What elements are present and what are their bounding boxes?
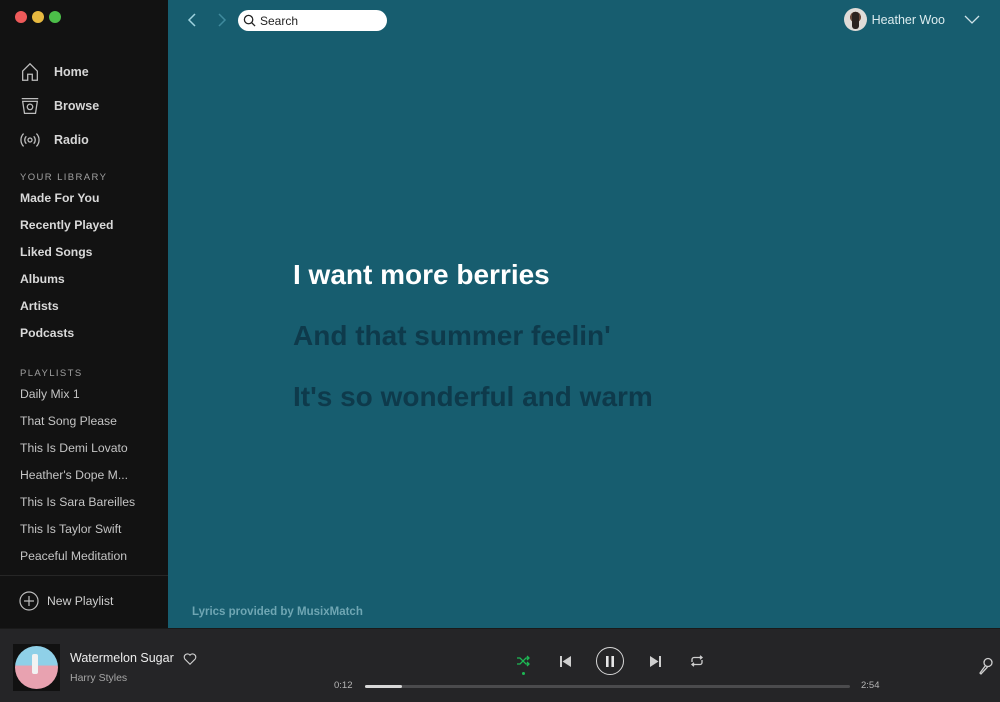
- player-bar: Watermelon Sugar Harry Styles 0:12 2:54: [0, 628, 1000, 702]
- library-item-podcasts[interactable]: Podcasts: [20, 323, 113, 350]
- browse-icon: [21, 98, 39, 114]
- shuffle-icon: [517, 655, 530, 667]
- chevron-right-icon: [218, 13, 227, 27]
- back-button[interactable]: [182, 10, 202, 30]
- next-button[interactable]: [644, 650, 666, 672]
- window-maximize-button[interactable]: [49, 11, 61, 23]
- playlist-list: Daily Mix 1 That Song Please This Is Dem…: [20, 384, 135, 573]
- playlist-item[interactable]: That Song Please: [20, 411, 135, 438]
- playlists-heading: PLAYLISTS: [20, 368, 83, 379]
- window-controls: [15, 11, 61, 23]
- sidebar-divider: [0, 575, 168, 576]
- main-nav: Home Browse Radio: [19, 55, 99, 157]
- library-item-made-for-you[interactable]: Made For You: [20, 188, 113, 215]
- nav-label: Radio: [54, 133, 89, 147]
- current-time: 0:12: [334, 680, 353, 691]
- playlist-item[interactable]: This Is Demi Lovato: [20, 438, 135, 465]
- repeat-icon: [690, 655, 704, 667]
- library-item-liked-songs[interactable]: Liked Songs: [20, 242, 113, 269]
- forward-button[interactable]: [212, 10, 232, 30]
- history-nav: [182, 10, 232, 30]
- heart-icon[interactable]: [183, 652, 197, 666]
- library-item-artists[interactable]: Artists: [20, 296, 113, 323]
- library-list: Made For You Recently Played Liked Songs…: [20, 188, 113, 350]
- repeat-button[interactable]: [686, 650, 708, 672]
- search-box[interactable]: [238, 10, 387, 31]
- nav-item-radio[interactable]: Radio: [19, 123, 99, 157]
- lyrics-lines: I want more berries And that summer feel…: [293, 255, 653, 438]
- progress-fill: [365, 685, 403, 688]
- lyrics-mic-icon[interactable]: [978, 657, 994, 675]
- nav-item-home[interactable]: Home: [19, 55, 99, 89]
- track-title[interactable]: Watermelon Sugar: [70, 651, 174, 665]
- lyric-line[interactable]: And that summer feelin': [293, 316, 653, 377]
- your-library-heading: YOUR LIBRARY: [20, 172, 108, 183]
- playlist-item[interactable]: Heather's Dope M...: [20, 465, 135, 492]
- skip-back-icon: [559, 655, 571, 667]
- sidebar: Home Browse Radio YOUR LIBRARY Made For …: [0, 0, 168, 628]
- library-item-albums[interactable]: Albums: [20, 269, 113, 296]
- new-playlist-label: New Playlist: [47, 594, 114, 608]
- shuffle-button[interactable]: [512, 650, 534, 675]
- playlist-item[interactable]: This Is Sara Bareilles: [20, 492, 135, 519]
- search-input[interactable]: [260, 13, 370, 28]
- nav-label: Home: [54, 65, 89, 79]
- lyric-line[interactable]: It's so wonderful and warm: [293, 377, 653, 438]
- lyrics-view: Heather Woo I want more berries And that…: [168, 0, 1000, 628]
- chevron-down-icon[interactable]: [964, 13, 980, 27]
- nav-label: Browse: [54, 99, 100, 113]
- progress-bar[interactable]: [365, 685, 850, 688]
- search-icon: [243, 14, 256, 27]
- nav-item-browse[interactable]: Browse: [19, 89, 99, 123]
- lyrics-credit: Lyrics provided by MusixMatch: [192, 606, 363, 618]
- shuffle-active-indicator: [522, 672, 525, 675]
- playback-controls: [512, 647, 708, 675]
- avatar: [843, 8, 867, 31]
- pause-icon: [606, 655, 614, 667]
- home-icon: [22, 62, 38, 81]
- skip-forward-icon: [649, 655, 661, 667]
- playlist-item[interactable]: This Is Taylor Swift: [20, 519, 135, 546]
- chevron-left-icon: [187, 13, 196, 27]
- library-item-recently-played[interactable]: Recently Played: [20, 215, 113, 242]
- window-close-button[interactable]: [15, 11, 27, 23]
- lyric-line-active[interactable]: I want more berries: [293, 255, 653, 316]
- previous-button[interactable]: [554, 650, 576, 672]
- track-artist[interactable]: Harry Styles: [70, 672, 127, 684]
- album-cover[interactable]: [13, 644, 60, 691]
- playlist-item[interactable]: Peaceful Meditation: [20, 546, 135, 573]
- new-playlist-button[interactable]: New Playlist: [19, 591, 113, 611]
- playlist-item[interactable]: Daily Mix 1: [20, 384, 135, 411]
- window-minimize-button[interactable]: [32, 11, 44, 23]
- total-time: 2:54: [861, 680, 880, 691]
- radio-icon: [20, 133, 40, 147]
- user-name: Heather Woo: [871, 12, 945, 27]
- plus-circle-icon: [19, 591, 39, 611]
- user-profile[interactable]: Heather Woo: [843, 8, 945, 31]
- pause-button[interactable]: [596, 647, 624, 675]
